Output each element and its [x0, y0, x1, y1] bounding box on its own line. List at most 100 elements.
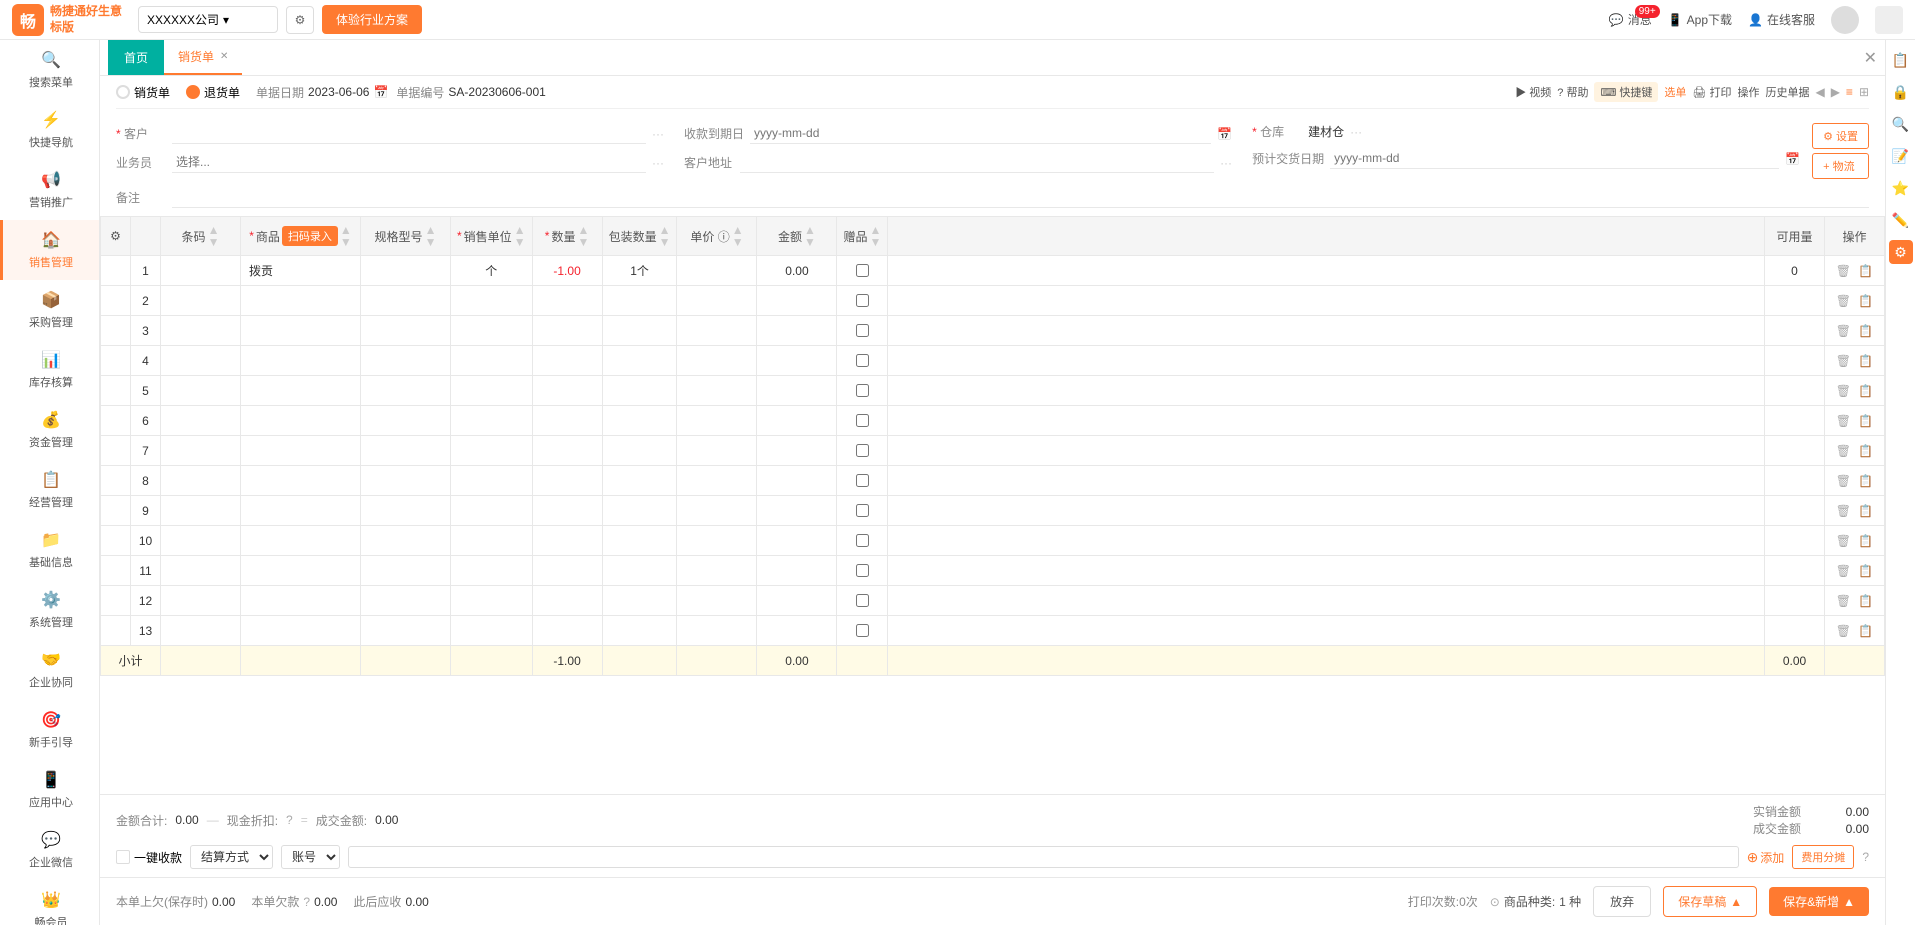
settings-icon[interactable]: ⚙ [286, 6, 314, 34]
sidebar-item-inventory[interactable]: 📊 库存核算 [0, 340, 99, 400]
sidebar-item-purchase[interactable]: 📦 采购管理 [0, 280, 99, 340]
row-pkgqty[interactable] [602, 316, 677, 346]
delivery-date-input[interactable] [1330, 148, 1779, 169]
row-spec[interactable] [361, 316, 451, 346]
calendar-icon[interactable]: 📅 [373, 85, 388, 99]
row-amount[interactable] [757, 406, 837, 436]
payment-due-input[interactable] [750, 123, 1211, 144]
sidebar-item-marketing[interactable]: 📢 营销推广 [0, 160, 99, 220]
view-list-icon[interactable]: ≡ [1846, 85, 1853, 99]
row-pkgqty[interactable] [602, 586, 677, 616]
one-click-payment-checkbox[interactable]: 一键收款 [116, 849, 182, 866]
radio-sales[interactable]: 销货单 [116, 84, 170, 101]
row-pkgqty[interactable] [602, 436, 677, 466]
delete-icon[interactable]: 🗑 [1836, 354, 1851, 368]
row-qty[interactable] [532, 556, 602, 586]
nav-prev-icon[interactable]: ◀ [1815, 85, 1824, 99]
delete-icon[interactable]: 🗑 [1836, 324, 1851, 338]
row-pkgqty[interactable]: 1个 [602, 256, 677, 286]
copy-icon[interactable]: 📋 [1858, 414, 1873, 428]
delete-icon[interactable]: 🗑 [1836, 624, 1851, 638]
row-gift[interactable] [837, 286, 888, 316]
row-barcode[interactable] [161, 556, 241, 586]
row-gift[interactable] [837, 556, 888, 586]
row-barcode[interactable] [161, 586, 241, 616]
add-btn[interactable]: ⊕ 添加 [1747, 849, 1785, 866]
delete-icon[interactable]: 🗑 [1836, 444, 1851, 458]
row-price[interactable] [677, 616, 757, 646]
row-amount[interactable] [757, 376, 837, 406]
row-spec[interactable] [361, 556, 451, 586]
sidebar-item-search[interactable]: 🔍 搜索菜单 [0, 40, 99, 100]
copy-icon[interactable]: 📋 [1858, 324, 1873, 338]
customer-dots[interactable]: ··· [652, 127, 664, 141]
sidebar-item-guide[interactable]: 🎯 新手引导 [0, 700, 99, 760]
th-qty[interactable]: *数量▲▼ [532, 217, 602, 256]
row-unit[interactable] [451, 436, 533, 466]
row-amount[interactable] [757, 496, 837, 526]
row-price[interactable] [677, 256, 757, 286]
copy-icon[interactable]: 📋 [1858, 534, 1873, 548]
copy-icon[interactable]: 📋 [1858, 474, 1873, 488]
row-price[interactable] [677, 436, 757, 466]
tab-sales-bill[interactable]: 销货单 ✕ [164, 40, 242, 75]
amount-input[interactable] [348, 846, 1739, 868]
copy-icon[interactable]: 📋 [1858, 294, 1873, 308]
row-spec[interactable] [361, 526, 451, 556]
row-spec[interactable] [361, 376, 451, 406]
th-product[interactable]: *商品 扫码录入 ▲▼ [241, 217, 361, 256]
row-gift[interactable] [837, 406, 888, 436]
copy-icon[interactable]: 📋 [1858, 564, 1873, 578]
row-pkgqty[interactable] [602, 496, 677, 526]
row-barcode[interactable] [161, 316, 241, 346]
addr-dots[interactable]: ··· [1220, 156, 1232, 170]
row-spec[interactable] [361, 436, 451, 466]
note-input[interactable] [172, 187, 1869, 208]
sidebar-item-vip[interactable]: 👑 畅会员 [0, 880, 99, 925]
delete-icon[interactable]: 🗑 [1836, 264, 1851, 278]
row-price[interactable] [677, 346, 757, 376]
row-product[interactable] [241, 616, 361, 646]
row-amount[interactable] [757, 526, 837, 556]
select-btn[interactable]: 选单 [1664, 84, 1686, 100]
row-barcode[interactable] [161, 376, 241, 406]
trial-button[interactable]: 体验行业方案 [322, 5, 422, 34]
account-select[interactable]: 账号 [281, 845, 340, 869]
app-download-button[interactable]: 📱 App下载 [1668, 11, 1732, 28]
rp-edit-icon[interactable]: ✏️ [1889, 208, 1913, 232]
row-gift[interactable] [837, 466, 888, 496]
logistics-action-btn[interactable]: + 物流 [1812, 153, 1869, 179]
row-qty[interactable] [532, 376, 602, 406]
video-btn[interactable]: ▶ 视频 [1515, 84, 1551, 100]
th-amount[interactable]: 金额▲▼ [757, 217, 837, 256]
row-product[interactable] [241, 526, 361, 556]
row-qty[interactable] [532, 316, 602, 346]
row-gift[interactable] [837, 256, 888, 286]
th-gift[interactable]: 赠品▲▼ [837, 217, 888, 256]
shortcut-btn[interactable]: ⌨ 快捷键 [1594, 82, 1658, 102]
window-close-icon[interactable]: ✕ [1864, 48, 1877, 68]
help-btn[interactable]: ? 帮助 [1557, 84, 1588, 100]
row-product[interactable] [241, 586, 361, 616]
delete-icon[interactable]: 🗑 [1836, 594, 1851, 608]
discard-button[interactable]: 放弃 [1593, 886, 1651, 917]
th-spec[interactable]: 规格型号▲▼ [361, 217, 451, 256]
sidebar-item-collab[interactable]: 🤝 企业协同 [0, 640, 99, 700]
delete-icon[interactable]: 🗑 [1836, 474, 1851, 488]
rp-clipboard-icon[interactable]: 📋 [1889, 48, 1913, 72]
row-amount[interactable] [757, 586, 837, 616]
rp-search-icon[interactable]: 🔍 [1889, 112, 1913, 136]
gift-checkbox[interactable] [856, 414, 869, 427]
sidebar-item-basic-info[interactable]: 📁 基础信息 [0, 520, 99, 580]
gift-checkbox[interactable] [856, 504, 869, 517]
row-price[interactable] [677, 376, 757, 406]
row-price[interactable] [677, 316, 757, 346]
copy-icon[interactable]: 📋 [1858, 624, 1873, 638]
row-spec[interactable] [361, 406, 451, 436]
row-qty[interactable] [532, 586, 602, 616]
row-pkgqty[interactable] [602, 466, 677, 496]
sidebar-item-finance[interactable]: 💰 资金管理 [0, 400, 99, 460]
gift-checkbox[interactable] [856, 624, 869, 637]
th-unit[interactable]: *销售单位▲▼ [451, 217, 533, 256]
row-spec[interactable] [361, 346, 451, 376]
